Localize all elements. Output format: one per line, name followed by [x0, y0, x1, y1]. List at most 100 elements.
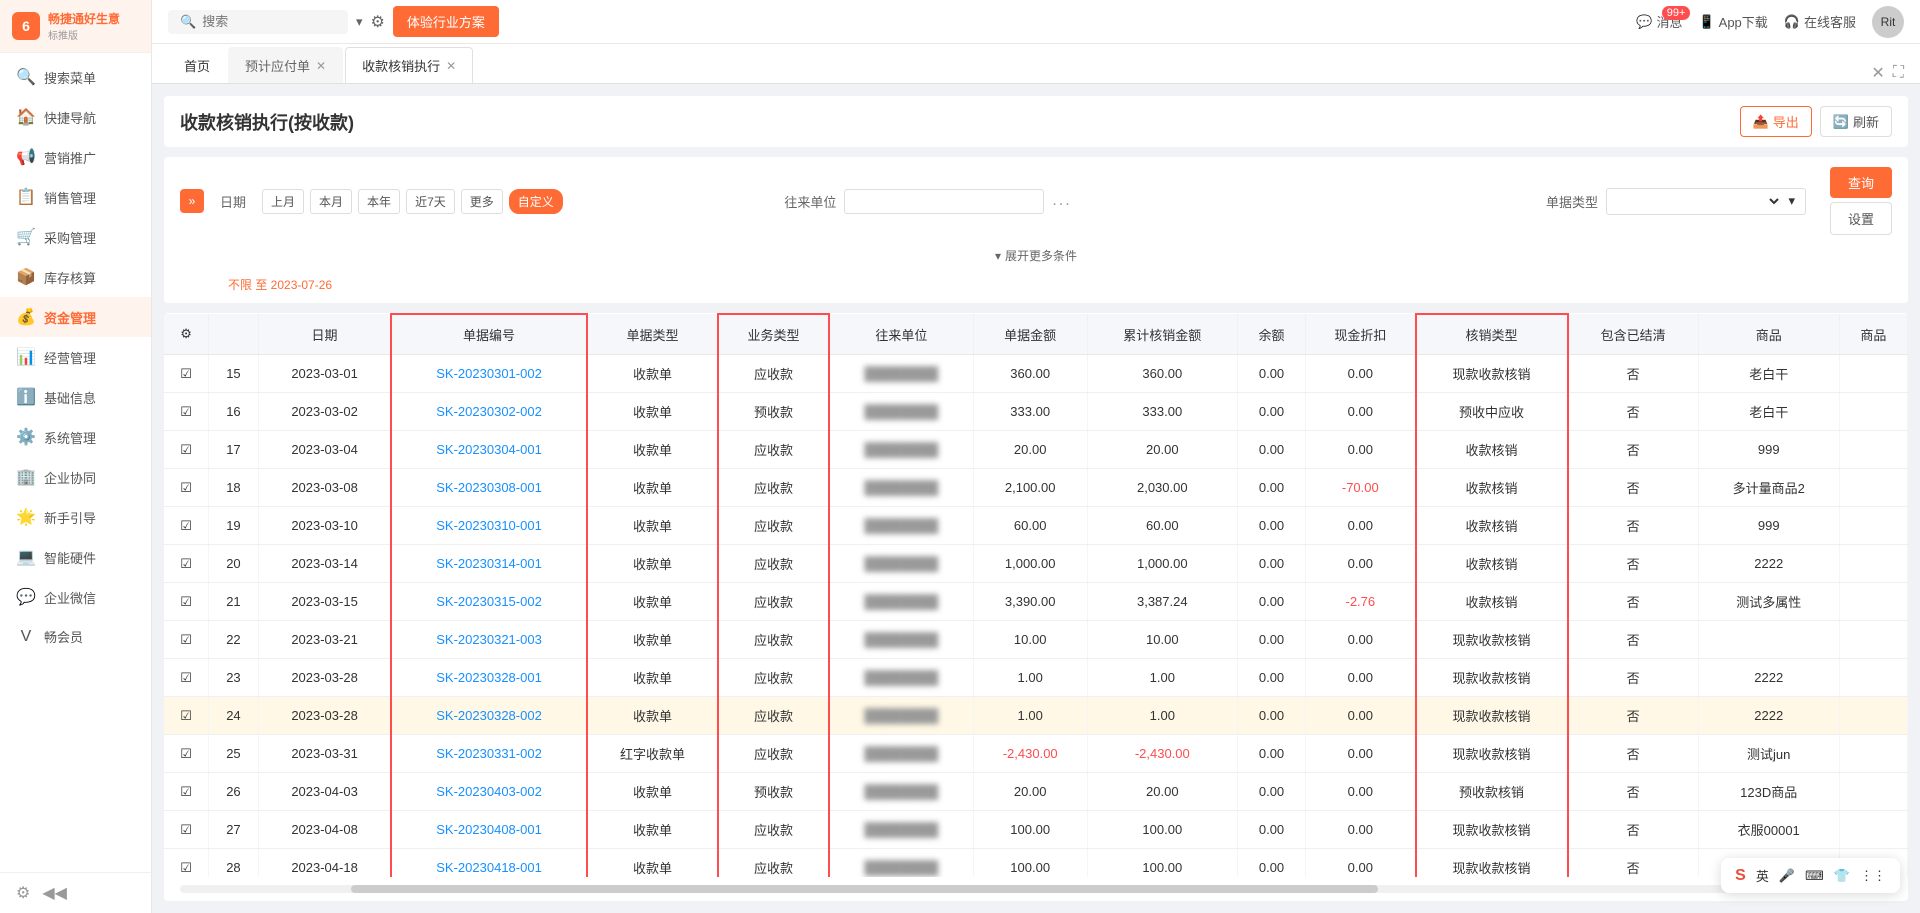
- receipt-type-select-wrap[interactable]: ▾: [1606, 188, 1806, 215]
- docno-link[interactable]: SK-20230418-001: [436, 860, 542, 875]
- gear-cell[interactable]: ☑: [164, 659, 209, 697]
- gear-cell[interactable]: ☑: [164, 469, 209, 507]
- gear-cell[interactable]: ☑: [164, 431, 209, 469]
- topbar-gear-icon[interactable]: ⚙: [371, 12, 385, 32]
- topbar-search[interactable]: 🔍: [168, 10, 348, 34]
- docno-link[interactable]: SK-20230403-002: [436, 784, 542, 799]
- gear-cell[interactable]: ☑: [164, 849, 209, 878]
- docno-link[interactable]: SK-20230302-002: [436, 404, 542, 419]
- sidebar-item-sales[interactable]: 📋销售管理: [0, 177, 151, 217]
- docno-link[interactable]: SK-20230408-001: [436, 822, 542, 837]
- sidebar-item-wechat[interactable]: 💬企业微信: [0, 577, 151, 617]
- ime-mic-icon[interactable]: 🎤: [1779, 868, 1795, 884]
- goods2-cell: [1839, 735, 1907, 773]
- ime-grid-icon[interactable]: ⋮⋮: [1860, 868, 1886, 884]
- scrollbar-thumb[interactable]: [351, 885, 1378, 893]
- gear-cell[interactable]: ☑: [164, 355, 209, 393]
- idx-cell: 22: [209, 621, 259, 659]
- gear-cell[interactable]: ☑: [164, 583, 209, 621]
- biztype-cell: 应收款: [718, 811, 829, 849]
- online-service-btn[interactable]: 🎧 在线客服: [1784, 12, 1856, 31]
- message-btn[interactable]: 💬 消息 99+: [1636, 12, 1682, 31]
- member-label: 畅会员: [44, 627, 83, 646]
- query-btn[interactable]: 查询: [1830, 167, 1892, 198]
- gear-cell[interactable]: ☑: [164, 507, 209, 545]
- date-quick-btns: 上月本月本年近7天更多自定义: [262, 189, 563, 214]
- col-header-gear[interactable]: ⚙: [164, 314, 209, 355]
- docno-link[interactable]: SK-20230328-002: [436, 708, 542, 723]
- docno-link[interactable]: SK-20230328-001: [436, 670, 542, 685]
- gear-cell[interactable]: ☑: [164, 393, 209, 431]
- ime-logo: S: [1735, 867, 1746, 885]
- sidebar-item-funds[interactable]: 💰资金管理: [0, 297, 151, 337]
- refresh-btn[interactable]: 🔄 刷新: [1820, 106, 1892, 137]
- biztype-cell: 应收款: [718, 431, 829, 469]
- data-table: ⚙日期单据编号单据类型业务类型往来单位单据金额累计核销金额余额现金折扣核销类型包…: [164, 313, 1908, 877]
- experience-btn[interactable]: 体验行业方案: [393, 6, 499, 37]
- date-btn-custom[interactable]: 自定义: [509, 189, 563, 214]
- sidebar-item-quicknav[interactable]: 🏠快捷导航: [0, 97, 151, 137]
- filter-expand-arrow[interactable]: »: [180, 189, 204, 213]
- horizontal-scrollbar[interactable]: [180, 885, 1892, 893]
- sidebar-item-system[interactable]: ⚙️系统管理: [0, 417, 151, 457]
- docno-link[interactable]: SK-20230304-001: [436, 442, 542, 457]
- app-download-btn[interactable]: 📱 App下载: [1698, 12, 1767, 31]
- sidebar-item-basic[interactable]: ℹ️基础信息: [0, 377, 151, 417]
- gear-cell[interactable]: ☑: [164, 735, 209, 773]
- sidebar-item-corp[interactable]: 🏢企业协同: [0, 457, 151, 497]
- date-btn-本月[interactable]: 本月: [310, 189, 352, 214]
- sidebar-item-inventory[interactable]: 📦库存核算: [0, 257, 151, 297]
- tab-close-write-off[interactable]: ✕: [446, 59, 456, 73]
- docno-link[interactable]: SK-20230301-002: [436, 366, 542, 381]
- docno-link[interactable]: SK-20230308-001: [436, 480, 542, 495]
- ime-shirt-icon[interactable]: 👕: [1834, 868, 1850, 884]
- user-avatar[interactable]: Rit: [1872, 6, 1904, 38]
- counterpart-input[interactable]: [844, 189, 1044, 214]
- biztype-cell: 应收款: [718, 469, 829, 507]
- tab-write-off[interactable]: 收款核销执行✕: [345, 47, 473, 83]
- date-cell: 2023-03-10: [258, 507, 391, 545]
- docno-link[interactable]: SK-20230314-001: [436, 556, 542, 571]
- idx-cell: 16: [209, 393, 259, 431]
- more-dots[interactable]: ...: [1052, 192, 1071, 210]
- tab-close-pre-ar[interactable]: ✕: [316, 59, 326, 73]
- gear-cell[interactable]: ☑: [164, 697, 209, 735]
- amount-cell: 2,100.00: [973, 469, 1087, 507]
- docno-link[interactable]: SK-20230315-002: [436, 594, 542, 609]
- ime-keyboard-icon[interactable]: ⌨: [1805, 868, 1824, 884]
- export-btn[interactable]: 📤 导出: [1740, 106, 1812, 137]
- sidebar-item-member[interactable]: V畅会员: [0, 617, 151, 656]
- docno-link[interactable]: SK-20230310-001: [436, 518, 542, 533]
- date-btn-近7天[interactable]: 近7天: [406, 189, 455, 214]
- sidebar-item-marketing[interactable]: 📢营销推广: [0, 137, 151, 177]
- gear-cell[interactable]: ☑: [164, 621, 209, 659]
- collapse-icon[interactable]: ◀◀: [42, 883, 67, 903]
- settings-icon[interactable]: ⚙: [16, 883, 30, 903]
- gear-cell[interactable]: ☑: [164, 811, 209, 849]
- sidebar-item-guide[interactable]: 🌟新手引导: [0, 497, 151, 537]
- tab-pre-ar[interactable]: 预计应付单✕: [228, 47, 343, 83]
- ime-text[interactable]: 英: [1756, 866, 1769, 885]
- biztype-cell: 应收款: [718, 583, 829, 621]
- search-input[interactable]: [202, 14, 322, 29]
- balance-cell: 0.00: [1237, 773, 1305, 811]
- date-btn-上月[interactable]: 上月: [262, 189, 304, 214]
- sidebar-item-purchase[interactable]: 🛒采购管理: [0, 217, 151, 257]
- balance-cell: 0.00: [1237, 507, 1305, 545]
- receipt-type-select[interactable]: [1617, 193, 1782, 210]
- expand-more-btn[interactable]: ▾ 展开更多条件: [991, 243, 1081, 268]
- date-btn-本年[interactable]: 本年: [358, 189, 400, 214]
- sidebar-item-hardware[interactable]: 💻智能硬件: [0, 537, 151, 577]
- tab-home[interactable]: 首页: [168, 47, 226, 83]
- sidebar-item-search[interactable]: 🔍搜索菜单: [0, 57, 151, 97]
- close-tab-icon[interactable]: ✕: [1871, 63, 1884, 83]
- filter-settings-btn[interactable]: 设置: [1830, 202, 1892, 235]
- date-btn-更多[interactable]: 更多: [461, 189, 503, 214]
- docno-link[interactable]: SK-20230321-003: [436, 632, 542, 647]
- docno-link[interactable]: SK-20230331-002: [436, 746, 542, 761]
- maximize-icon[interactable]: ⛶: [1893, 64, 1904, 82]
- gear-cell[interactable]: ☑: [164, 773, 209, 811]
- sidebar-item-operations[interactable]: 📊经营管理: [0, 337, 151, 377]
- gear-cell[interactable]: ☑: [164, 545, 209, 583]
- topbar-dropdown[interactable]: ▾: [356, 14, 363, 30]
